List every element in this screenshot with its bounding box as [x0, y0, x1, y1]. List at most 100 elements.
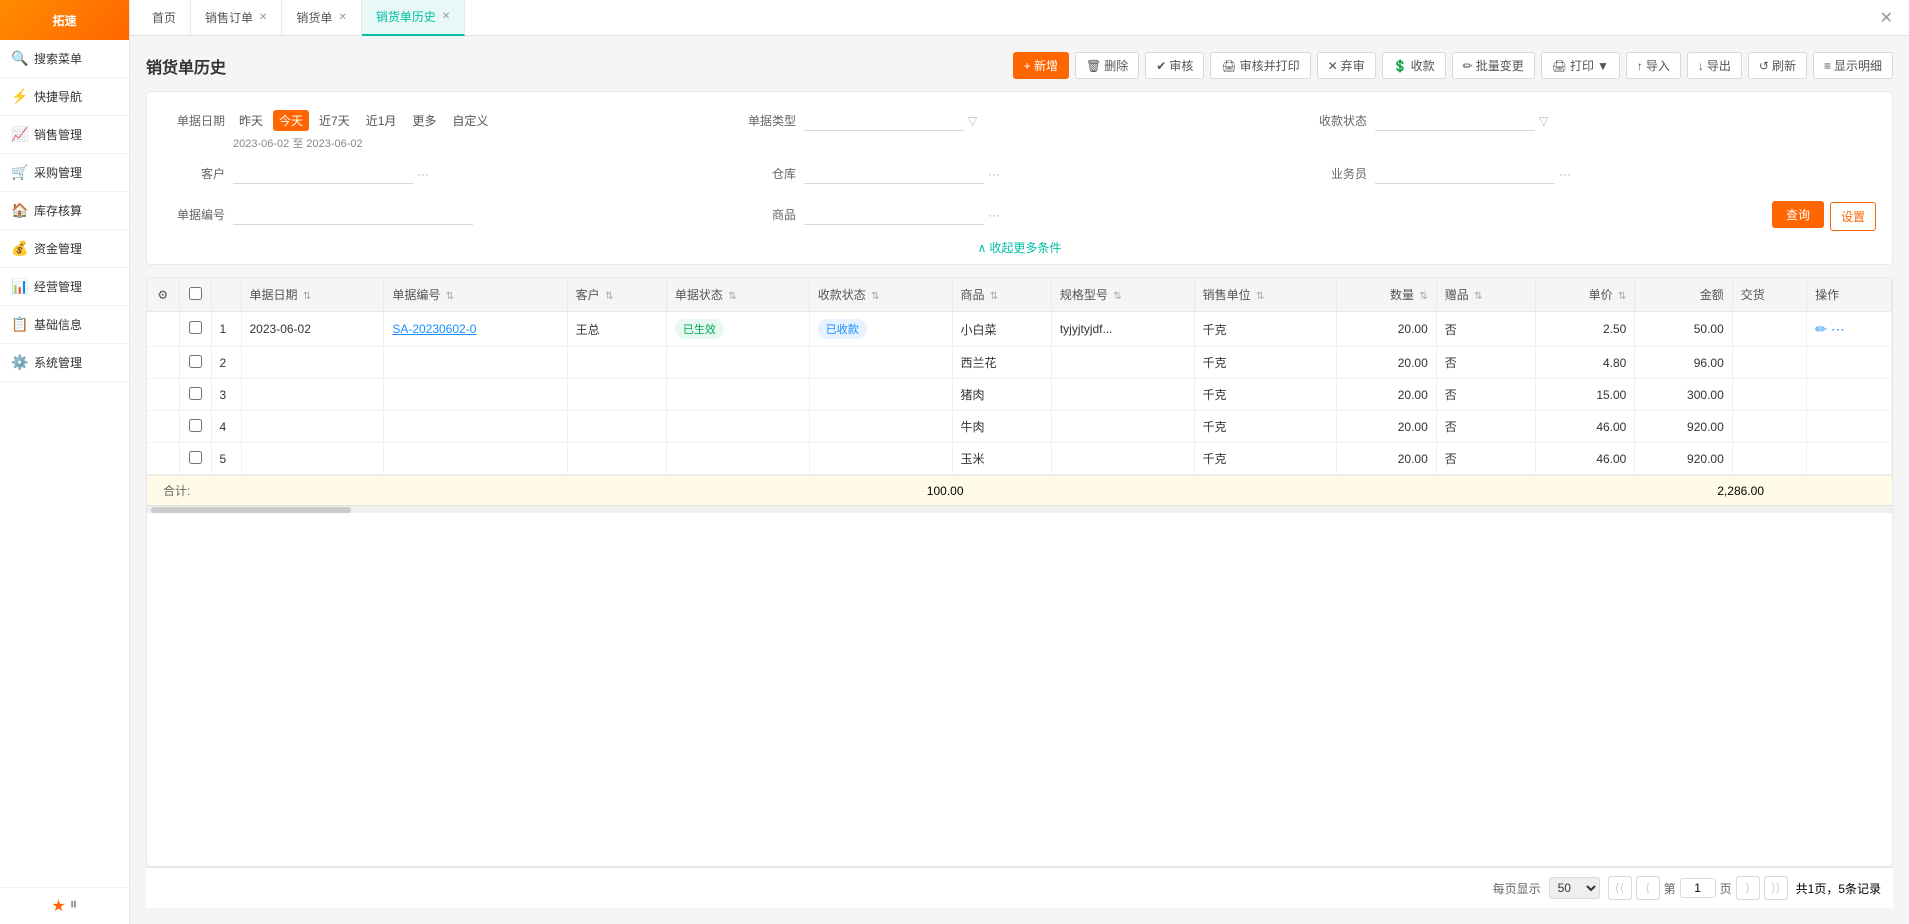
warehouse-dots[interactable]: ···	[988, 167, 1000, 181]
sidebar-item-search-menu[interactable]: 🔍 搜索菜单	[0, 40, 129, 78]
tab-home[interactable]: 首页	[138, 0, 191, 36]
row-checkbox-cell	[179, 347, 211, 379]
edit-action-icon[interactable]: ✏	[1815, 321, 1827, 338]
page-number-input[interactable]	[1680, 878, 1716, 898]
next-page-button[interactable]: ⟩	[1736, 876, 1760, 900]
filter-docno-input[interactable]	[233, 204, 473, 225]
filter-doctype-input[interactable]	[804, 110, 964, 131]
shortcut-1month[interactable]: 近1月	[360, 110, 403, 131]
print-button[interactable]: 🖨 打印 ▼	[1541, 52, 1620, 79]
customer-dots[interactable]: ···	[417, 167, 429, 181]
tab-sales-goods[interactable]: 销货单 ✕	[282, 0, 361, 36]
col-doc-date[interactable]: 单据日期 ⇅	[241, 278, 384, 312]
doctype-dropdown-icon[interactable]: ▽	[968, 114, 977, 128]
col-gift[interactable]: 赠品 ⇅	[1436, 278, 1535, 312]
shortcut-custom[interactable]: 自定义	[446, 110, 494, 131]
col-transaction[interactable]: 交货	[1732, 278, 1806, 312]
shortcut-more[interactable]: 更多	[406, 110, 442, 131]
tab-close-sales-history[interactable]: ✕	[442, 11, 450, 22]
table-row: 1 2023-06-02 SA-20230602-0 王总 已生效 已收款 小白…	[147, 312, 1892, 347]
col-collection-status[interactable]: 收款状态 ⇅	[809, 278, 952, 312]
new-button[interactable]: + 新增	[1013, 52, 1069, 79]
show-details-button[interactable]: ≡ 显示明细	[1813, 52, 1893, 79]
row-quantity: 20.00	[1337, 379, 1436, 411]
select-all-checkbox[interactable]	[189, 287, 202, 300]
collection-dropdown-icon[interactable]: ▽	[1539, 114, 1548, 128]
refresh-button[interactable]: ↺ 刷新	[1748, 52, 1807, 79]
import-button[interactable]: ↑ 导入	[1626, 52, 1681, 79]
shortcut-7days[interactable]: 近7天	[313, 110, 356, 131]
pause-icon[interactable]: ⏸	[70, 896, 78, 916]
col-doc-no[interactable]: 单据编号 ⇅	[384, 278, 567, 312]
col-spec-type[interactable]: 规格型号 ⇅	[1051, 278, 1194, 312]
doc-no-link[interactable]: SA-20230602-0	[392, 322, 476, 336]
page-size-select[interactable]: 50 10 20 100	[1549, 877, 1600, 899]
batch-change-button[interactable]: ✏ 批量变更	[1452, 52, 1535, 79]
filter-goods-input[interactable]	[804, 204, 984, 225]
shortcut-today[interactable]: 今天	[273, 110, 309, 131]
collapse-button[interactable]: ∧ 收起更多条件	[978, 239, 1062, 256]
query-button[interactable]: 查询	[1772, 201, 1824, 228]
filter-salesperson-input[interactable]	[1375, 163, 1555, 184]
review-print-button[interactable]: 🖨 审核并打印	[1210, 52, 1310, 79]
filter-customer-input[interactable]	[233, 163, 413, 184]
sidebar-item-inventory[interactable]: 🏠 库存核算	[0, 192, 129, 230]
filter-warehouse-input[interactable]	[804, 163, 984, 184]
salesperson-dots[interactable]: ···	[1559, 167, 1571, 181]
export-button[interactable]: ↓ 导出	[1687, 52, 1742, 79]
setting-button[interactable]: 设置	[1830, 202, 1876, 231]
col-goods[interactable]: 商品 ⇅	[952, 278, 1051, 312]
filter-warehouse-label: 仓库	[734, 165, 804, 182]
filter-doctype-cell: 单据类型 ▽	[734, 106, 1305, 135]
review-icon: ✔	[1156, 59, 1166, 73]
tab-sales-order[interactable]: 销售订单 ✕	[191, 0, 282, 36]
row-transaction	[1732, 347, 1806, 379]
review-button[interactable]: ✔ 审核	[1145, 52, 1204, 79]
more-action-icon[interactable]: ⋯	[1831, 321, 1845, 338]
col-unit-price[interactable]: 单价 ⇅	[1536, 278, 1635, 312]
collect-button[interactable]: 💲 收款	[1382, 52, 1446, 79]
row-checkbox[interactable]	[189, 451, 202, 464]
row-checkbox[interactable]	[189, 355, 202, 368]
abandon-button[interactable]: ✕ 弃审	[1317, 52, 1376, 79]
sidebar-item-basic-info[interactable]: 📋 基础信息	[0, 306, 129, 344]
sidebar-item-sys-mgmt[interactable]: ⚙️ 系统管理	[0, 344, 129, 382]
row-sales-unit: 千克	[1194, 347, 1337, 379]
star-icon[interactable]: ★	[51, 896, 65, 916]
row-doc-status: 已生效	[666, 312, 809, 347]
tab-close-sales-goods[interactable]: ✕	[338, 12, 346, 23]
shortcut-yesterday[interactable]: 昨天	[233, 110, 269, 131]
sidebar-item-operations[interactable]: 📊 经营管理	[0, 268, 129, 306]
goods-dots[interactable]: ···	[988, 208, 1000, 222]
filter-goods-label: 商品	[734, 206, 804, 223]
filter-salesperson-label: 业务员	[1305, 165, 1375, 182]
delete-button[interactable]: 🗑 删除	[1075, 52, 1139, 79]
col-customer[interactable]: 客户 ⇅	[567, 278, 666, 312]
col-sales-unit[interactable]: 销售单位 ⇅	[1194, 278, 1337, 312]
tab-sales-history[interactable]: 销货单历史 ✕	[362, 0, 465, 36]
row-doc-no: SA-20230602-0	[384, 312, 567, 347]
horizontal-scrollbar[interactable]	[147, 505, 1892, 513]
row-checkbox[interactable]	[189, 419, 202, 432]
first-page-button[interactable]: ⟨⟨	[1608, 876, 1632, 900]
row-customer: 王总	[567, 312, 666, 347]
col-quantity[interactable]: 数量 ⇅	[1337, 278, 1436, 312]
row-checkbox[interactable]	[189, 321, 202, 334]
col-doc-status[interactable]: 单据状态 ⇅	[666, 278, 809, 312]
row-amount: 920.00	[1635, 443, 1732, 475]
sidebar-item-finance[interactable]: 💰 资金管理	[0, 230, 129, 268]
row-checkbox[interactable]	[189, 387, 202, 400]
sidebar-item-purchase-mgmt[interactable]: 🛒 采购管理	[0, 154, 129, 192]
scrollbar-thumb[interactable]	[151, 507, 351, 513]
tab-close-sales-order[interactable]: ✕	[259, 12, 267, 23]
row-doc-no	[384, 347, 567, 379]
col-amount[interactable]: 金额	[1635, 278, 1732, 312]
sidebar-item-quick-nav[interactable]: ⚡ 快捷导航	[0, 78, 129, 116]
row-checkbox-cell	[179, 312, 211, 347]
close-all-tabs[interactable]: ✕	[1872, 8, 1901, 28]
last-page-button[interactable]: ⟩⟩	[1764, 876, 1788, 900]
prev-page-button[interactable]: ⟨	[1636, 876, 1660, 900]
filter-collection-input[interactable]	[1375, 110, 1535, 131]
filter-docno-cell: 单据编号	[163, 194, 734, 235]
sidebar-item-sales-mgmt[interactable]: 📈 销售管理	[0, 116, 129, 154]
